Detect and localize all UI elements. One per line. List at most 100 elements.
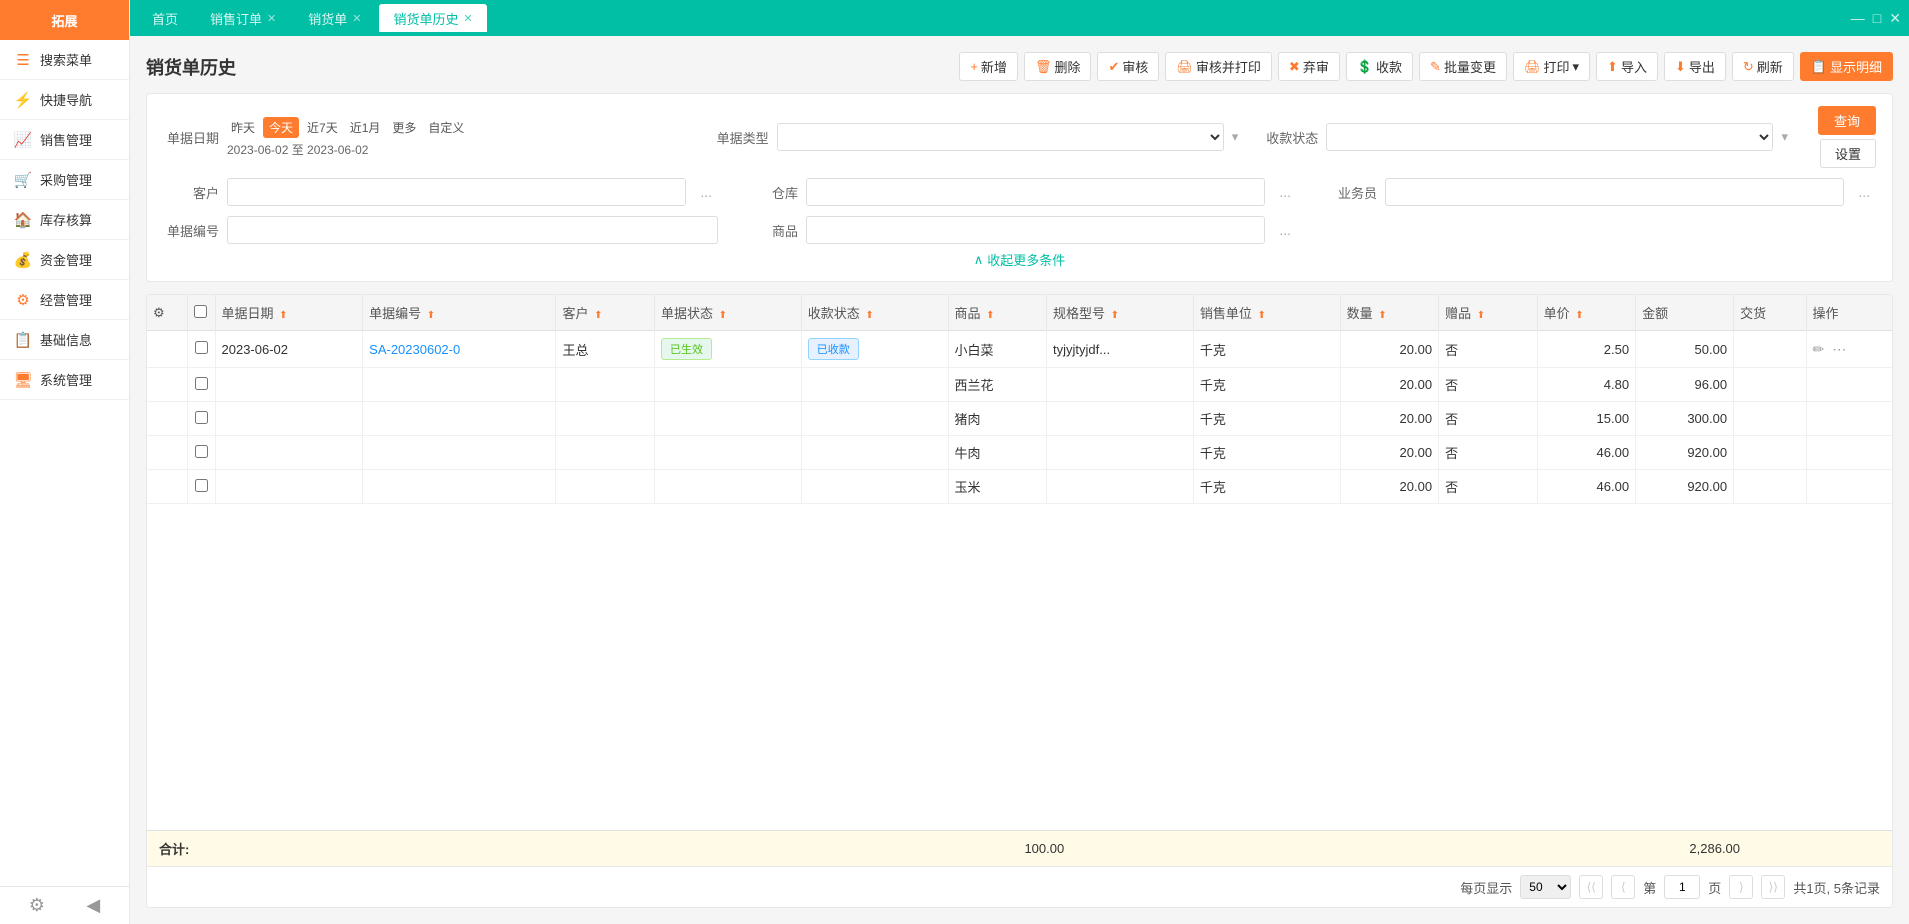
sidebar-item-search-menu[interactable]: ☰ 搜索菜单 [0,40,129,80]
first-page-button[interactable]: ⟨⟨ [1579,875,1603,899]
cell-qty-2: 20.00 [1340,402,1439,436]
cell-unit-4: 千克 [1193,470,1340,504]
th-action: 操作 [1806,295,1892,331]
th-doc-date[interactable]: 单据日期 ⬆ [215,295,363,331]
tab-home[interactable]: 首页 [138,4,192,32]
staff-input[interactable] [1385,178,1844,206]
last-page-button[interactable]: ⟩⟩ [1761,875,1785,899]
doc-no-input[interactable] [227,216,718,244]
new-button[interactable]: + 新增 [959,52,1018,81]
th-payment-status[interactable]: 收款状态 ⬆ [801,295,948,331]
collapse-up-icon: ∧ [974,252,984,268]
maximize-icon[interactable]: □ [1873,10,1881,26]
print-dropdown-arrow: ▾ [1573,59,1580,75]
th-unit-price[interactable]: 单价 ⬆ [1537,295,1636,331]
th-doc-no[interactable]: 单据编号 ⬆ [363,295,556,331]
th-customer[interactable]: 客户 ⬆ [556,295,655,331]
collect-button[interactable]: 💲 收款 [1346,52,1413,81]
sidebar-item-operations-mgmt[interactable]: ⚙ 经营管理 [0,280,129,320]
next-page-button[interactable]: ⟩ [1729,875,1753,899]
close-sales-goods-tab[interactable]: ✕ [352,12,361,25]
filter-settings-button[interactable]: 设置 [1820,139,1876,168]
collapse-filter-btn[interactable]: ∧ 收起更多条件 [163,250,1876,269]
review-print-button[interactable]: 🖨 审核并打印 [1165,52,1272,81]
doc-no-link-0[interactable]: SA-20230602-0 [369,342,460,357]
sidebar-item-purchase-mgmt[interactable]: 🛒 采购管理 [0,160,129,200]
th-goods[interactable]: 商品 ⬆ [948,295,1047,331]
close-sales-history-tab[interactable]: ✕ [464,12,473,25]
shortcut-custom[interactable]: 自定义 [424,117,468,138]
sidebar-item-inventory[interactable]: 🏠 库存核算 [0,200,129,240]
shortcut-yesterday[interactable]: 昨天 [227,117,259,138]
prev-page-button[interactable]: ⟨ [1611,875,1635,899]
import-button[interactable]: ⬆ 导入 [1596,52,1658,81]
sidebar-collapse-icon[interactable]: ◀ [86,895,100,916]
cell-action-3 [1806,436,1892,470]
th-unit[interactable]: 销售单位 ⬆ [1193,295,1340,331]
tab-sales-history[interactable]: 销货单历史 ✕ [379,4,486,32]
minimize-icon[interactable]: — [1851,10,1865,26]
tab-sales-goods[interactable]: 销货单 ✕ [294,4,375,32]
sidebar-item-label: 销售管理 [40,130,92,149]
abandon-button[interactable]: ✖ 弃审 [1278,52,1340,81]
delete-button[interactable]: 🗑 删除 [1024,52,1092,81]
review-button[interactable]: ✔ 审核 [1097,52,1159,81]
sidebar-item-sales-mgmt[interactable]: 📈 销售管理 [0,120,129,160]
doc-no-label: 单据编号 [163,221,219,240]
pagination: 每页显示 50 100 200 ⟨⟨ ⟨ 第 页 ⟩ ⟩⟩ 共1页, 5条记录 [147,866,1892,907]
cell-transaction-4 [1734,470,1806,504]
cell-doc-no-3 [363,436,556,470]
sidebar-item-label: 快捷导航 [40,90,92,109]
edit-icon-0[interactable]: ✏ [1813,341,1825,358]
row-checkbox-3[interactable] [195,445,208,458]
close-window-icon[interactable]: ✕ [1889,10,1901,27]
sidebar-item-base-info[interactable]: 📋 基础信息 [0,320,129,360]
cell-qty-1: 20.00 [1340,368,1439,402]
payment-status-select[interactable] [1326,123,1773,151]
shortcut-more[interactable]: 更多 [388,117,420,138]
sort-doc-date-icon: ⬆ [279,310,287,321]
row-checkbox-1[interactable] [195,377,208,390]
query-button[interactable]: 查询 [1818,106,1876,135]
total-info: 共1页, 5条记录 [1793,878,1880,897]
page-number-input[interactable] [1664,875,1700,899]
batch-change-button[interactable]: ✎ 批量变更 [1419,52,1507,81]
tab-sales-order[interactable]: 销售订单 ✕ [196,4,290,32]
sidebar-item-system-mgmt[interactable]: 🖥 系统管理 [0,360,129,400]
shortcut-today[interactable]: 今天 [263,117,299,138]
refresh-button[interactable]: ↻ 刷新 [1732,52,1794,81]
print-button[interactable]: 🖨 打印 ▾ [1513,52,1590,81]
date-range-display: 2023-06-02 至 2023-06-02 [227,141,468,158]
row-checkbox-0[interactable] [195,341,208,354]
doc-type-select[interactable] [777,123,1224,151]
customer-label: 客户 [163,183,219,202]
customer-input[interactable] [227,178,686,206]
export-button[interactable]: ⬇ 导出 [1664,52,1726,81]
sidebar-item-finance-mgmt[interactable]: 💰 资金管理 [0,240,129,280]
cell-spec-1 [1047,368,1194,402]
goods-picker-btn[interactable]: ... [1273,220,1297,240]
close-sales-order-tab[interactable]: ✕ [267,12,276,25]
customer-picker-btn[interactable]: ... [694,182,718,202]
sidebar-item-quick-nav[interactable]: ⚡ 快捷导航 [0,80,129,120]
select-all-checkbox[interactable] [194,305,207,318]
per-page-select[interactable]: 50 100 200 [1520,875,1571,899]
th-gift[interactable]: 赠品 ⬆ [1439,295,1538,331]
th-gear[interactable]: ⚙ [147,295,187,331]
th-qty[interactable]: 数量 ⬆ [1340,295,1439,331]
th-doc-status[interactable]: 单据状态 ⬆ [654,295,801,331]
sidebar-settings-icon[interactable]: ⚙ [29,895,45,916]
warehouse-input[interactable] [806,178,1265,206]
warehouse-picker-btn[interactable]: ... [1273,182,1297,202]
shortcut-last-month[interactable]: 近1月 [346,117,385,138]
cell-transaction-0 [1734,331,1806,368]
row-checkbox-2[interactable] [195,411,208,424]
row-checkbox-4[interactable] [195,479,208,492]
staff-picker-btn[interactable]: ... [1852,182,1876,202]
th-spec[interactable]: 规格型号 ⬆ [1047,295,1194,331]
shortcut-last7days[interactable]: 近7天 [303,117,342,138]
more-icon-0[interactable]: ⋯ [1832,341,1846,358]
goods-input[interactable] [806,216,1265,244]
show-detail-button[interactable]: 📋 显示明细 [1800,52,1893,81]
table-scroll[interactable]: ⚙ 单据日期 ⬆ 单据编号 ⬆ [147,295,1892,830]
